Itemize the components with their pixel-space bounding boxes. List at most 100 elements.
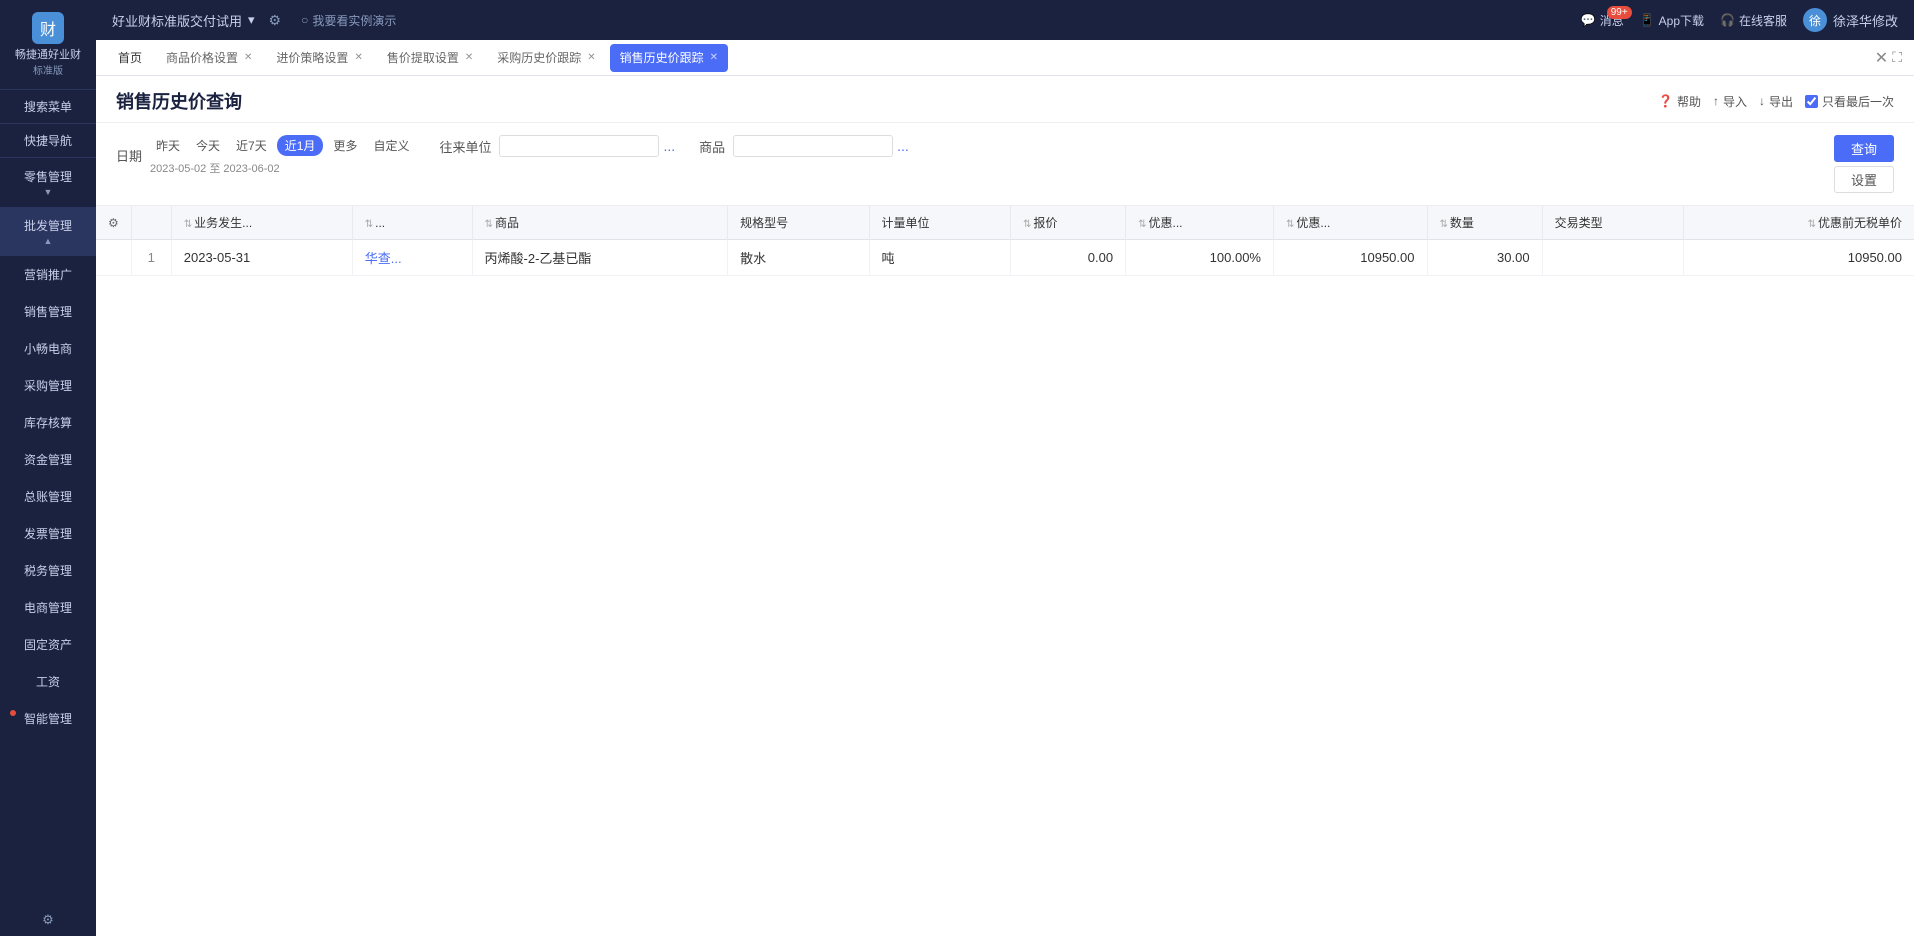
sidebar-logo: 财 畅捷通好业财 标准版 — [0, 0, 96, 90]
date-btn-today[interactable]: 今天 — [190, 135, 226, 156]
tab-purchase-strategy[interactable]: 进价策略设置 ✕ — [266, 44, 372, 72]
tab-close-icon[interactable]: ✕ — [710, 52, 718, 63]
date-btn-1month[interactable]: 近1月 — [277, 135, 324, 156]
export-btn[interactable]: ↓ 导出 — [1759, 93, 1793, 110]
date-btn-custom[interactable]: 自定义 — [367, 135, 415, 156]
col-header-product[interactable]: ⇅商品 — [472, 206, 728, 240]
row-discount-pct-cell: 100.00% — [1126, 240, 1274, 276]
help-btn[interactable]: ❓ 帮助 — [1658, 93, 1701, 110]
sidebar-item-ecommerce[interactable]: 电商管理 — [0, 589, 96, 626]
logo-text: 畅捷通好业财 — [8, 48, 88, 62]
demo-btn[interactable]: ○ 我要看实例演示 — [301, 12, 396, 29]
source-filter-group: 往来单位 ... — [439, 135, 675, 157]
page-content: 销售历史价查询 ❓ 帮助 ↑ 导入 ↓ 导出 只看最后一次 — [96, 76, 1914, 936]
settings-gear-icon: ⚙ — [42, 912, 54, 927]
tab-close-icon[interactable]: ✕ — [587, 52, 595, 63]
sidebar-item-sales[interactable]: 销售管理 — [0, 293, 96, 330]
date-btn-yesterday[interactable]: 昨天 — [150, 135, 186, 156]
sort-icon: ⇅ — [485, 219, 493, 230]
sidebar-item-ecommerce-small[interactable]: 小畅电商 — [0, 330, 96, 367]
sidebar-item-finance-label: 资金管理 — [24, 451, 72, 468]
date-btn-group: 昨天 今天 近7天 近1月 更多 自定义 — [150, 135, 415, 156]
demo-label: 我要看实例演示 — [312, 12, 396, 29]
sort-icon: ⇅ — [1808, 219, 1816, 230]
message-badge: 99+ — [1607, 6, 1632, 19]
row-more-link[interactable]: 华查... — [365, 251, 402, 266]
online-service-btn[interactable]: 🎧 在线客服 — [1720, 12, 1787, 29]
row-index-cell: 1 — [131, 240, 171, 276]
sidebar-item-payroll[interactable]: 工资 — [0, 663, 96, 700]
product-lookup-btn[interactable]: ... — [897, 138, 909, 154]
sidebar-item-payroll-label: 工资 — [36, 673, 60, 690]
row-unit-cell: 吨 — [869, 240, 1010, 276]
sidebar-item-purchase[interactable]: 采购管理 — [0, 367, 96, 404]
col-header-discount-price[interactable]: ⇅优惠... — [1273, 206, 1427, 240]
date-btn-more[interactable]: 更多 — [327, 135, 363, 156]
sidebar-item-assets[interactable]: 固定资产 — [0, 626, 96, 663]
sort-icon: ⇅ — [1138, 219, 1146, 230]
maximize-window-icon[interactable]: ⛶ — [1892, 49, 1902, 66]
tab-product-price[interactable]: 商品价格设置 ✕ — [156, 44, 262, 72]
col-header-qty[interactable]: ⇅数量 — [1427, 206, 1542, 240]
sidebar-search[interactable]: 搜索菜单 — [0, 90, 96, 124]
close-window-icon[interactable]: ✕ — [1875, 48, 1888, 68]
col-header-discount-pct[interactable]: ⇅优惠... — [1126, 206, 1274, 240]
export-icon: ↓ — [1759, 94, 1765, 108]
settings-btn[interactable]: 设置 — [1834, 166, 1894, 193]
import-label: 导入 — [1723, 93, 1747, 110]
product-selector[interactable]: 好业财标准版交付试用 ▾ ⚙ — [112, 11, 281, 30]
tab-sale-extract[interactable]: 售价提取设置 ✕ — [377, 44, 483, 72]
sidebar-item-assets-label: 固定资产 — [24, 636, 72, 653]
source-lookup-btn[interactable]: ... — [663, 138, 675, 154]
sort-icon: ⇅ — [1023, 219, 1031, 230]
sidebar-item-ledger[interactable]: 总账管理 — [0, 478, 96, 515]
tab-purchase-history[interactable]: 采购历史价跟踪 ✕ — [487, 44, 605, 72]
sidebar: 财 畅捷通好业财 标准版 搜索菜单 快捷导航 零售管理 ▼ 批发管理 ▲ 营销推… — [0, 0, 96, 936]
col-header-unit: 计量单位 — [869, 206, 1010, 240]
only-last-checkbox-label[interactable]: 只看最后一次 — [1805, 93, 1894, 110]
col-header-more[interactable]: ⇅... — [352, 206, 472, 240]
tab-bar: 首页 商品价格设置 ✕ 进价策略设置 ✕ 售价提取设置 ✕ 采购历史价跟踪 ✕ … — [96, 40, 1914, 76]
app-header: 好业财标准版交付试用 ▾ ⚙ ○ 我要看实例演示 💬 消息 99+ 📱 App下… — [96, 0, 1914, 40]
col-header-spec: 规格型号 — [728, 206, 869, 240]
tab-close-icon[interactable]: ✕ — [465, 52, 473, 63]
message-btn[interactable]: 💬 消息 99+ — [1581, 12, 1624, 29]
row-settings-cell — [96, 240, 131, 276]
row-more-cell[interactable]: 华查... — [352, 240, 472, 276]
col-header-date[interactable]: ⇅业务发生... — [171, 206, 352, 240]
import-btn[interactable]: ↑ 导入 — [1713, 93, 1747, 110]
app-download-btn[interactable]: 📱 App下载 — [1640, 12, 1704, 29]
row-trade-type-cell — [1542, 240, 1683, 276]
sidebar-item-wholesale-label: 批发管理 — [24, 217, 72, 234]
col-header-price[interactable]: ⇅报价 — [1011, 206, 1126, 240]
only-last-checkbox[interactable] — [1805, 95, 1818, 108]
sidebar-quick-nav[interactable]: 快捷导航 — [0, 124, 96, 158]
sidebar-item-marketing[interactable]: 营销推广 — [0, 256, 96, 293]
user-info[interactable]: 徐 徐泽华修改 — [1803, 8, 1898, 32]
date-btn-7days[interactable]: 近7天 — [230, 135, 273, 156]
tab-close-icon[interactable]: ✕ — [354, 52, 362, 63]
query-btn[interactable]: 查询 — [1834, 135, 1894, 162]
sidebar-item-retail[interactable]: 零售管理 ▼ — [0, 158, 96, 207]
product-settings-icon[interactable]: ⚙ — [269, 12, 282, 29]
col-header-settings[interactable]: ⚙ — [96, 206, 131, 240]
col-header-pre-tax-price[interactable]: ⇅优惠前无税单价 — [1684, 206, 1914, 240]
gear-icon[interactable]: ⚙ — [108, 216, 119, 230]
sidebar-item-finance[interactable]: 资金管理 — [0, 441, 96, 478]
product-input[interactable] — [733, 135, 893, 157]
tab-sale-history-label: 销售历史价跟踪 — [620, 49, 704, 66]
sidebar-item-tax[interactable]: 税务管理 — [0, 552, 96, 589]
tab-sale-history[interactable]: 销售历史价跟踪 ✕ — [610, 44, 728, 72]
sidebar-settings-btn[interactable]: ⚙ — [0, 904, 96, 936]
source-input-group: ... — [499, 135, 675, 157]
sidebar-item-smart[interactable]: 智能管理 — [0, 700, 96, 737]
sidebar-item-inventory[interactable]: 库存核算 — [0, 404, 96, 441]
sidebar-item-wholesale[interactable]: 批发管理 ▲ — [0, 207, 96, 256]
tab-purchase-history-label: 采购历史价跟踪 — [497, 49, 581, 66]
tab-home[interactable]: 首页 — [108, 44, 152, 72]
sidebar-item-invoice[interactable]: 发票管理 — [0, 515, 96, 552]
tab-close-icon[interactable]: ✕ — [244, 52, 252, 63]
download-icon: 📱 — [1640, 13, 1655, 27]
product-name: 好业财标准版交付试用 — [112, 11, 242, 30]
source-input[interactable] — [499, 135, 659, 157]
